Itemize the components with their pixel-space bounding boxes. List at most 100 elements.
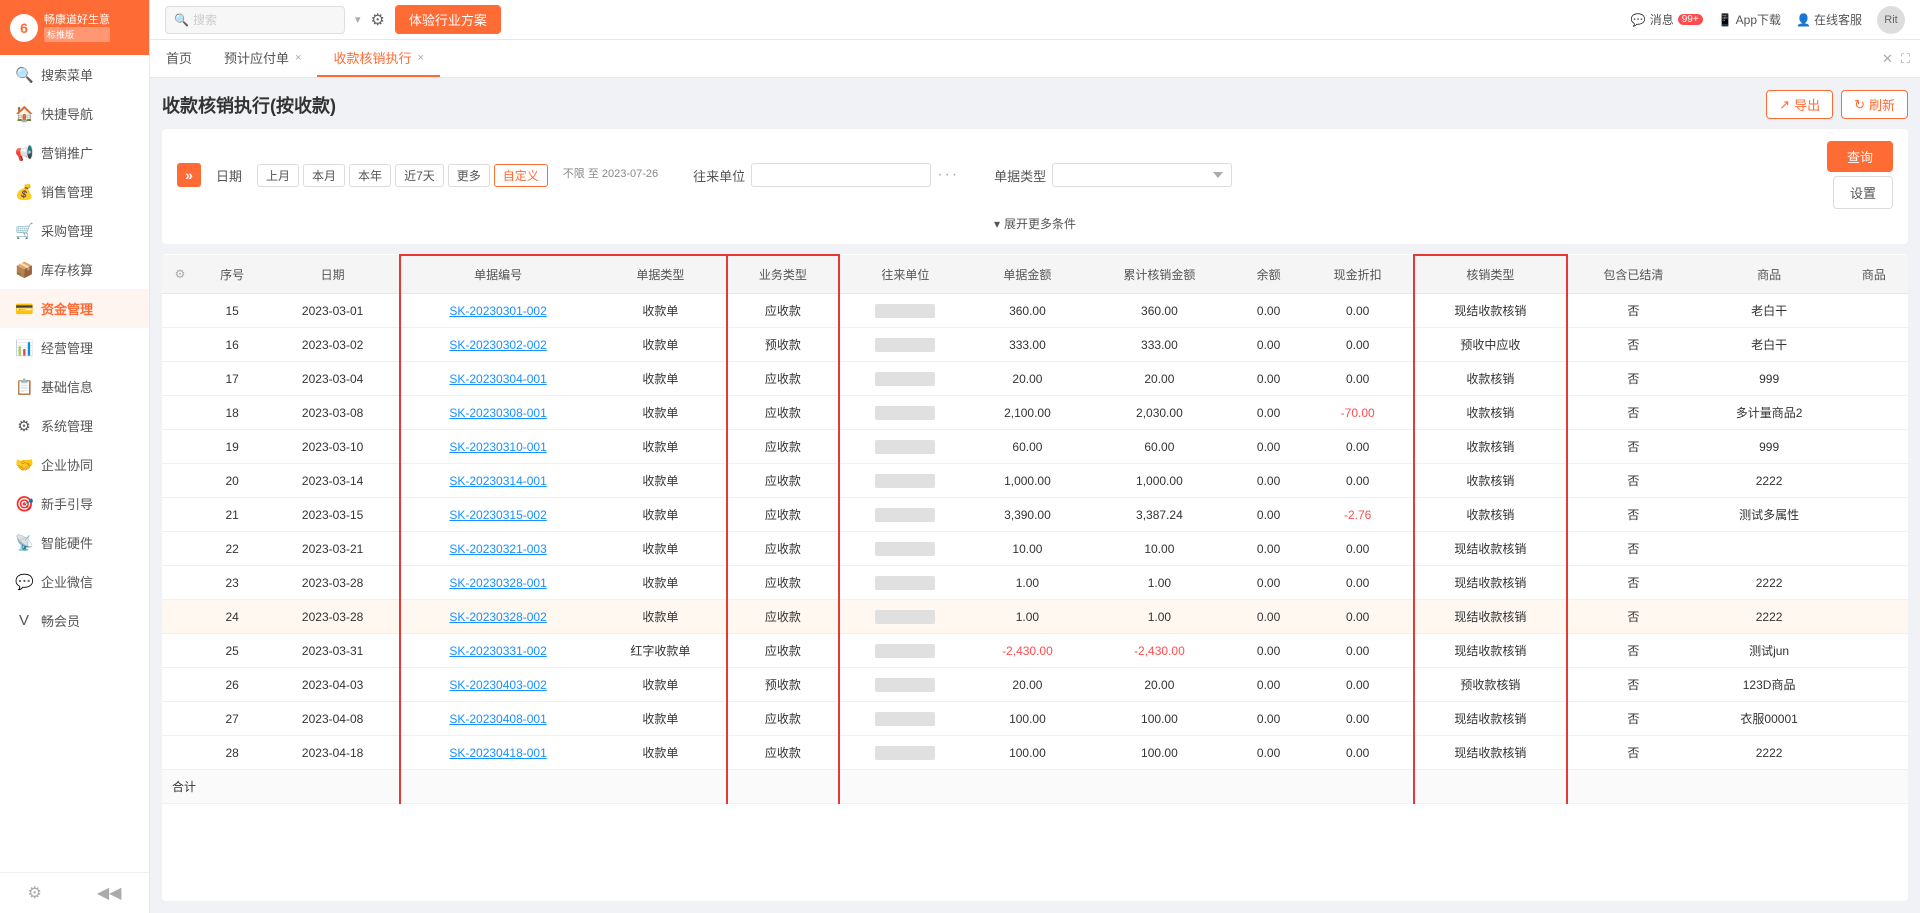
- bill-no-link[interactable]: SK-20230310-001: [449, 440, 546, 454]
- sidebar-item-marketing[interactable]: 📢营销推广: [0, 133, 149, 172]
- bill-no-link[interactable]: SK-20230321-003: [449, 542, 546, 556]
- topbar-gear-icon[interactable]: ⚙: [371, 10, 385, 30]
- sidebar-item-label: 企业协同: [41, 455, 93, 474]
- bill-no-link[interactable]: SK-20230315-002: [449, 508, 546, 522]
- th-gear[interactable]: ⚙: [162, 255, 198, 294]
- td-bill-type: 收款单: [595, 566, 726, 600]
- solution-button[interactable]: 体验行业方案: [395, 5, 501, 34]
- this-month-button[interactable]: 本月: [303, 164, 345, 187]
- maximize-icon[interactable]: ⛶: [1901, 51, 1910, 67]
- footer-label: 合计: [162, 770, 400, 804]
- td-balance: 0.00: [1234, 736, 1302, 770]
- td-amount: 333.00: [971, 328, 1085, 362]
- bill-no-link[interactable]: SK-20230304-001: [449, 372, 546, 386]
- user-avatar[interactable]: Rit: [1877, 6, 1905, 34]
- td-cash-discount: 0.00: [1303, 464, 1414, 498]
- tab-home[interactable]: 首页: [150, 40, 208, 77]
- sidebar-item-system[interactable]: ⚙系统管理: [0, 406, 149, 445]
- receipt-type-select[interactable]: [1052, 163, 1232, 187]
- sidebar-item-member[interactable]: V畅会员: [0, 601, 149, 640]
- message-button[interactable]: 💬 消息 99+: [1631, 11, 1703, 28]
- sidebar-item-search[interactable]: 🔍搜索菜单: [0, 55, 149, 94]
- td-offset-type: 现结收款核销: [1414, 634, 1568, 668]
- expand-conditions-button[interactable]: ▾ 展开更多条件: [994, 215, 1076, 232]
- th-date: 日期: [266, 255, 400, 294]
- bill-no-link[interactable]: SK-20230403-002: [449, 678, 546, 692]
- more-dates-button[interactable]: 更多: [448, 164, 490, 187]
- tab-close-prepay[interactable]: ×: [295, 52, 301, 64]
- sidebar-item-purchase[interactable]: 🛒采购管理: [0, 211, 149, 250]
- bill-no-link[interactable]: SK-20230331-002: [449, 644, 546, 658]
- table-header-row: ⚙ 序号 日期 单据编号 单据类型 业务类型 往来单位 单据金额 累计核销金额 …: [162, 255, 1908, 294]
- td-counterparty: [839, 294, 970, 328]
- th-goods2: 商品: [1840, 255, 1908, 294]
- export-button[interactable]: ↗ 导出: [1766, 90, 1833, 119]
- td-biz-type: 预收款: [727, 328, 840, 362]
- dropdown-arrow-icon[interactable]: ▾: [355, 13, 361, 26]
- td-date: 2023-04-18: [266, 736, 400, 770]
- td-offset-type: 收款核销: [1414, 430, 1568, 464]
- td-date: 2023-03-02: [266, 328, 400, 362]
- filter-toggle-button[interactable]: »: [177, 163, 201, 187]
- td-biz-type: 应收款: [727, 464, 840, 498]
- td-balance: 0.00: [1234, 566, 1302, 600]
- td-no: 28: [198, 736, 266, 770]
- td-gear: [162, 702, 198, 736]
- td-date: 2023-03-10: [266, 430, 400, 464]
- sidebar-item-label: 畅会员: [41, 611, 80, 630]
- column-gear-icon[interactable]: ⚙: [175, 267, 186, 281]
- bill-no-link[interactable]: SK-20230328-001: [449, 576, 546, 590]
- bill-no-link[interactable]: SK-20230308-001: [449, 406, 546, 420]
- sidebar-item-inventory[interactable]: 📦库存核算: [0, 250, 149, 289]
- bill-no-link[interactable]: SK-20230328-002: [449, 610, 546, 624]
- sidebar-item-wechat[interactable]: 💬企业微信: [0, 562, 149, 601]
- bill-no-link[interactable]: SK-20230314-001: [449, 474, 546, 488]
- table-row: 27 2023-04-08 SK-20230408-001 收款单 应收款 10…: [162, 702, 1908, 736]
- sidebar-item-guide[interactable]: 🎯新手引导: [0, 484, 149, 523]
- sidebar-item-finance[interactable]: 💳资金管理: [0, 289, 149, 328]
- sidebar-item-hardware[interactable]: 📡智能硬件: [0, 523, 149, 562]
- this-year-button[interactable]: 本年: [349, 164, 391, 187]
- td-total-offset: 2,030.00: [1084, 396, 1234, 430]
- sidebar-item-enterprise[interactable]: 🤝企业协同: [0, 445, 149, 484]
- bill-no-link[interactable]: SK-20230418-001: [449, 746, 546, 760]
- settings-button[interactable]: 设置: [1833, 176, 1893, 209]
- sidebar-item-quick[interactable]: 🏠快捷导航: [0, 94, 149, 133]
- app-download-button[interactable]: 📱 App下载: [1718, 11, 1781, 28]
- td-no: 25: [198, 634, 266, 668]
- query-button[interactable]: 查询: [1827, 141, 1893, 172]
- tab-collection[interactable]: 收款核销执行×: [317, 40, 439, 77]
- more-options-dots[interactable]: ···: [937, 166, 959, 184]
- close-window-icon[interactable]: ✕: [1882, 51, 1893, 67]
- sidebar-item-sales[interactable]: 💰销售管理: [0, 172, 149, 211]
- sidebar-item-basic[interactable]: 📋基础信息: [0, 367, 149, 406]
- sidebar-logo: 6 畅康道好生意 标推版: [0, 0, 149, 55]
- hardware-icon: 📡: [15, 534, 33, 552]
- tab-close-collection[interactable]: ×: [417, 52, 423, 64]
- last-month-button[interactable]: 上月: [257, 164, 299, 187]
- counterparty-input[interactable]: [751, 163, 931, 187]
- td-include-cleared: 否: [1567, 600, 1698, 634]
- online-service-button[interactable]: 👤 在线客服: [1796, 11, 1862, 28]
- td-total-offset: 10.00: [1084, 532, 1234, 566]
- td-balance: 0.00: [1234, 634, 1302, 668]
- td-counterparty: [839, 362, 970, 396]
- collapse-icon[interactable]: ◀◀: [97, 883, 122, 903]
- td-amount: -2,430.00: [971, 634, 1085, 668]
- bill-no-link[interactable]: SK-20230302-002: [449, 338, 546, 352]
- search-box[interactable]: 🔍 搜索: [165, 6, 345, 34]
- bill-no-link[interactable]: SK-20230301-002: [449, 304, 546, 318]
- last-7-days-button[interactable]: 近7天: [395, 164, 444, 187]
- td-counterparty: [839, 736, 970, 770]
- td-no: 27: [198, 702, 266, 736]
- custom-date-button[interactable]: 自定义: [494, 164, 548, 187]
- td-cash-discount: 0.00: [1303, 736, 1414, 770]
- sidebar-item-operation[interactable]: 📊经营管理: [0, 328, 149, 367]
- inventory-icon: 📦: [15, 261, 33, 279]
- settings-icon[interactable]: ⚙: [28, 883, 42, 903]
- bill-no-link[interactable]: SK-20230408-001: [449, 712, 546, 726]
- refresh-button[interactable]: ↻ 刷新: [1841, 90, 1908, 119]
- tab-prepay[interactable]: 预计应付单×: [208, 40, 317, 77]
- td-amount: 360.00: [971, 294, 1085, 328]
- footer-counterparty: [839, 770, 970, 804]
